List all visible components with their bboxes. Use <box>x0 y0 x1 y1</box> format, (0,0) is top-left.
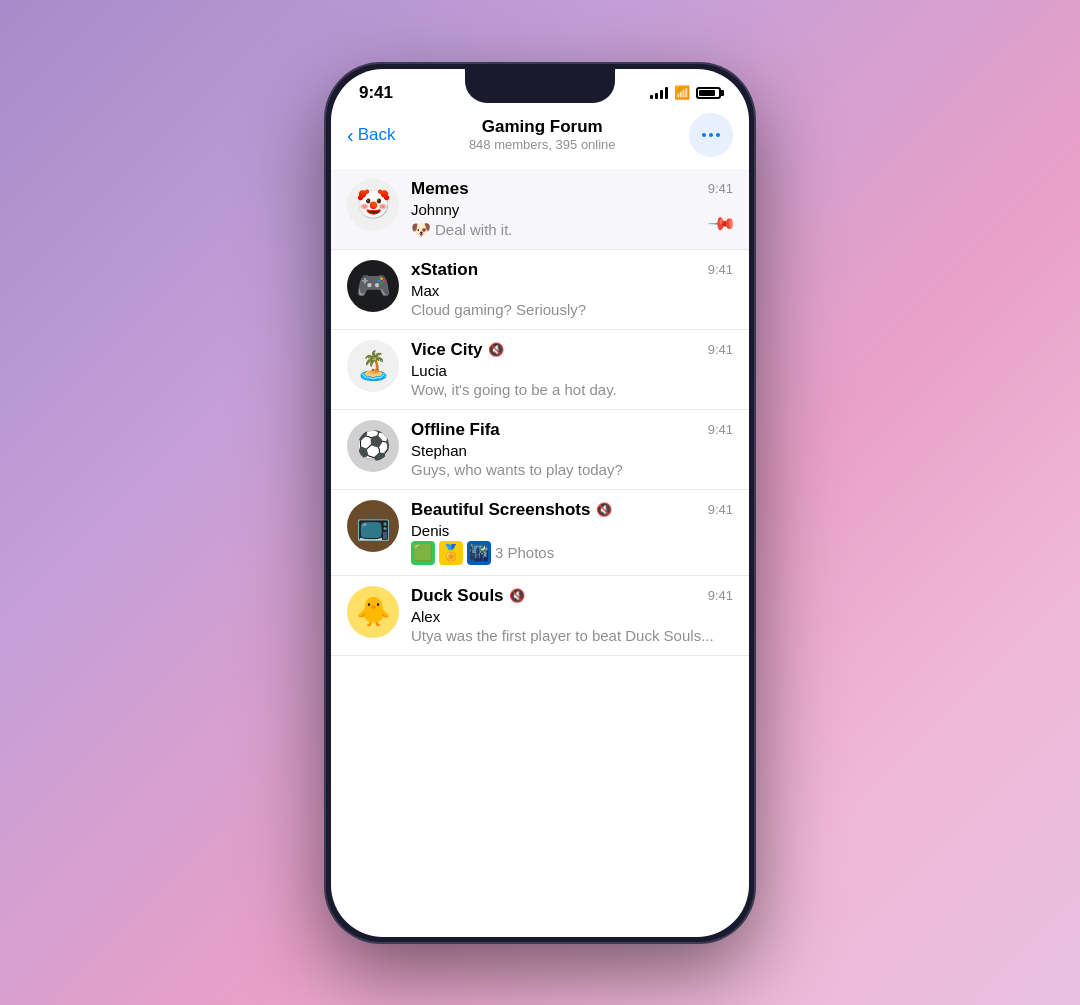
more-dots-icon <box>702 133 720 137</box>
chat-name: Offline Fifa <box>411 420 500 440</box>
back-chevron-icon: ‹ <box>347 125 354 145</box>
chat-content: Vice City 🔇 9:41 Lucia Wow, it's going t… <box>411 340 733 398</box>
avatar: 🐥 <box>347 586 399 638</box>
chat-list: 🤡 Memes 9:41 Johnny 🐶 Deal with it. 📌 <box>331 169 749 656</box>
chat-top-row: Memes 9:41 <box>411 179 733 199</box>
chat-item[interactable]: 🎮 xStation 9:41 Max Cloud gaming? Seriou… <box>331 250 749 330</box>
chat-content: Beautiful Screenshots 🔇 9:41 Denis 🟩 🏅 🌃… <box>411 500 733 565</box>
chat-content: Duck Souls 🔇 9:41 Alex Utya was the firs… <box>411 586 733 644</box>
nav-title-block: Gaming Forum 848 members, 395 online <box>395 117 689 152</box>
avatar: ⚽ <box>347 420 399 472</box>
chat-top-row: Beautiful Screenshots 🔇 9:41 <box>411 500 733 520</box>
chat-sender: Stephan <box>411 442 733 459</box>
chat-time: 9:41 <box>708 588 733 603</box>
chat-sender: Denis <box>411 522 733 539</box>
muted-icon: 🔇 <box>509 588 525 603</box>
status-time: 9:41 <box>359 83 393 103</box>
avatar: 📺 <box>347 500 399 552</box>
chat-top-row: Vice City 🔇 9:41 <box>411 340 733 360</box>
nav-subtitle: 848 members, 395 online <box>395 137 689 152</box>
chat-name: Beautiful Screenshots 🔇 <box>411 500 612 520</box>
back-label: Back <box>358 125 396 145</box>
chat-name: Duck Souls 🔇 <box>411 586 525 606</box>
avatar: 🏝️ <box>347 340 399 392</box>
chat-item[interactable]: ⚽ Offline Fifa 9:41 Stephan Guys, who wa… <box>331 410 749 490</box>
chat-content: xStation 9:41 Max Cloud gaming? Seriousl… <box>411 260 733 318</box>
signal-icon <box>650 87 668 99</box>
preview-emoji: 🐶 <box>411 220 431 239</box>
wifi-icon: 📶 <box>674 85 690 100</box>
chat-sender: Alex <box>411 608 733 625</box>
phone-notch <box>465 69 615 103</box>
chat-sender: Johnny <box>411 201 733 218</box>
avatar: 🤡 <box>347 179 399 231</box>
photos-preview: 🟩 🏅 🌃 3 Photos <box>411 541 733 565</box>
more-button[interactable] <box>689 113 733 157</box>
chat-preview: Utya was the first player to beat Duck S… <box>411 627 733 644</box>
nav-title: Gaming Forum <box>395 117 689 137</box>
chat-time: 9:41 <box>708 181 733 196</box>
chat-top-row: Duck Souls 🔇 9:41 <box>411 586 733 606</box>
chat-content: Offline Fifa 9:41 Stephan Guys, who want… <box>411 420 733 478</box>
phone-frame: 9:41 📶 ‹ Back Gaming Forum 848 members, … <box>325 63 755 943</box>
chat-item[interactable]: 🐥 Duck Souls 🔇 9:41 Alex Utya was the fi… <box>331 576 749 656</box>
chat-time: 9:41 <box>708 262 733 277</box>
chat-name: Memes <box>411 179 469 199</box>
chat-content: Memes 9:41 Johnny 🐶 Deal with it. <box>411 179 733 239</box>
chat-preview: Wow, it's going to be a hot day. <box>411 381 733 398</box>
muted-icon: 🔇 <box>596 502 612 517</box>
chat-preview: 🐶 Deal with it. <box>411 220 733 239</box>
chat-time: 9:41 <box>708 342 733 357</box>
chat-item[interactable]: 🤡 Memes 9:41 Johnny 🐶 Deal with it. 📌 <box>331 169 749 250</box>
chat-time: 9:41 <box>708 422 733 437</box>
photo-thumb-3: 🌃 <box>467 541 491 565</box>
chat-item[interactable]: 📺 Beautiful Screenshots 🔇 9:41 Denis 🟩 🏅… <box>331 490 749 576</box>
chat-top-row: xStation 9:41 <box>411 260 733 280</box>
chat-preview: Guys, who wants to play today? <box>411 461 733 478</box>
chat-top-row: Offline Fifa 9:41 <box>411 420 733 440</box>
photo-thumb-1: 🟩 <box>411 541 435 565</box>
nav-header: ‹ Back Gaming Forum 848 members, 395 onl… <box>331 109 749 169</box>
back-button[interactable]: ‹ Back <box>347 125 395 145</box>
chat-preview: Cloud gaming? Seriously? <box>411 301 733 318</box>
chat-item[interactable]: 🏝️ Vice City 🔇 9:41 Lucia Wow, it's goin… <box>331 330 749 410</box>
phone-screen: 9:41 📶 ‹ Back Gaming Forum 848 members, … <box>331 69 749 937</box>
chat-name: xStation <box>411 260 478 280</box>
chat-time: 9:41 <box>708 502 733 517</box>
photo-thumb-2: 🏅 <box>439 541 463 565</box>
chat-name: Vice City 🔇 <box>411 340 504 360</box>
status-icons: 📶 <box>650 85 721 100</box>
avatar: 🎮 <box>347 260 399 312</box>
photos-count: 3 Photos <box>495 544 554 561</box>
battery-icon <box>696 87 721 99</box>
muted-icon: 🔇 <box>488 342 504 357</box>
chat-sender: Lucia <box>411 362 733 379</box>
chat-sender: Max <box>411 282 733 299</box>
